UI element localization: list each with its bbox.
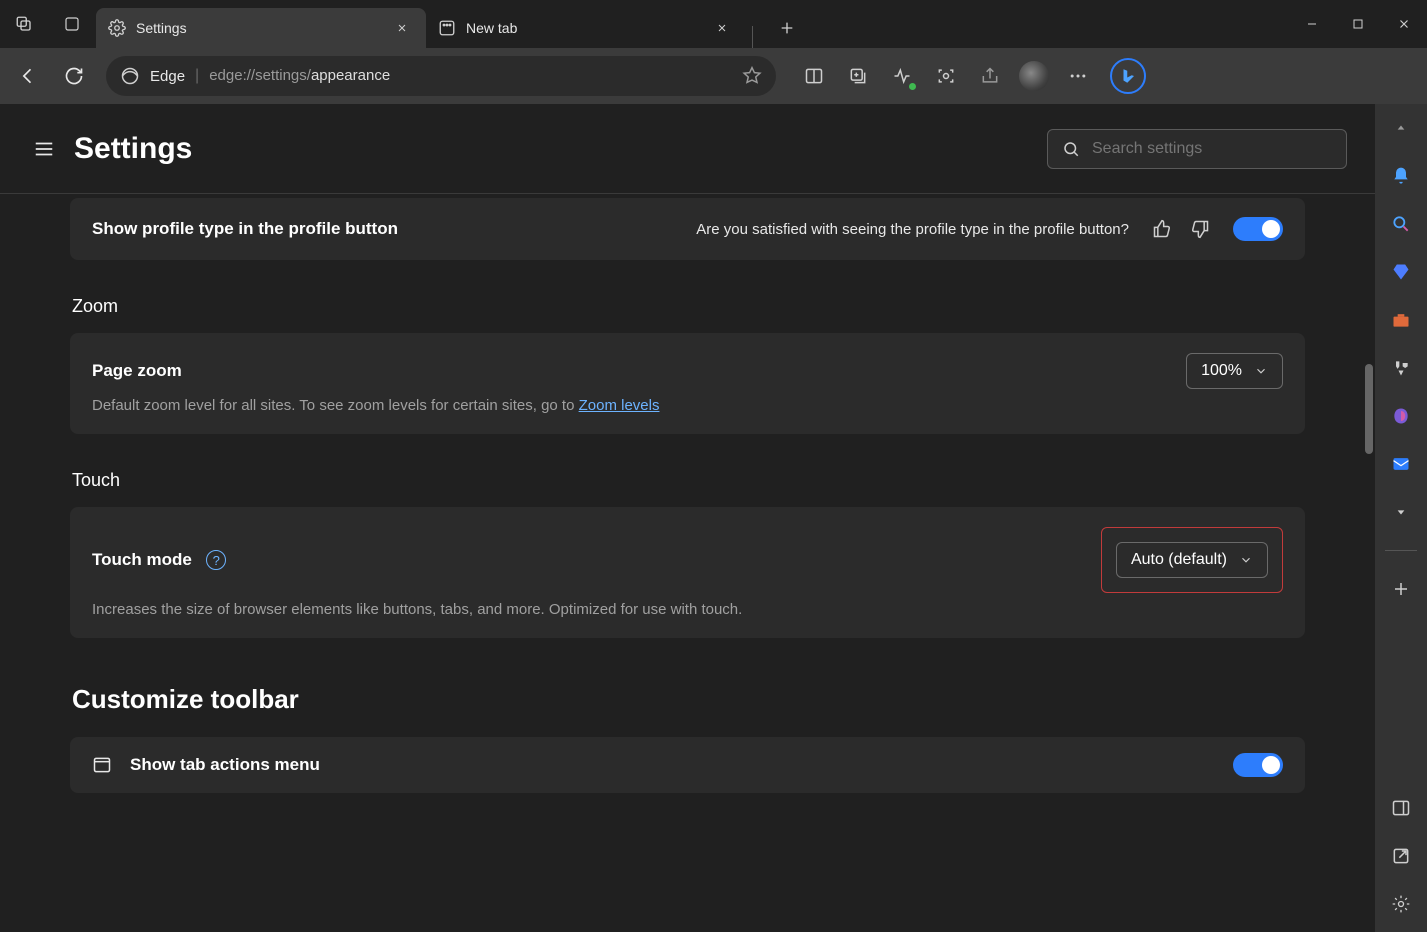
favorite-button[interactable] [742, 66, 762, 86]
tab-actions-button[interactable] [0, 0, 48, 48]
tab-label: Settings [136, 20, 187, 36]
touch-mode-desc: Increases the size of browser elements l… [92, 601, 1283, 618]
info-icon[interactable]: ? [206, 550, 226, 570]
address-site-label: Edge [150, 68, 185, 85]
touch-section-heading: Touch [72, 470, 1305, 491]
profile-button[interactable] [1014, 56, 1054, 96]
vertical-tabs-button[interactable] [48, 0, 96, 48]
search-sidebar-icon[interactable] [1387, 210, 1415, 238]
collections-button[interactable] [838, 56, 878, 96]
tab-actions-menu-title: Show tab actions menu [130, 755, 320, 775]
window-controls [1289, 4, 1427, 44]
page-zoom-value: 100% [1201, 362, 1242, 380]
office-icon[interactable] [1387, 402, 1415, 430]
sidebar-panel-button[interactable] [1387, 794, 1415, 822]
new-tab-button[interactable] [767, 8, 807, 48]
tab-actions-menu-toggle[interactable] [1233, 753, 1283, 777]
outlook-icon[interactable] [1387, 450, 1415, 478]
edge-sidebar [1375, 104, 1427, 932]
screenshot-button[interactable] [926, 56, 966, 96]
search-icon [1062, 140, 1080, 158]
profile-type-card: Show profile type in the profile button … [70, 198, 1305, 260]
minimize-button[interactable] [1289, 4, 1335, 44]
notifications-icon[interactable] [1387, 162, 1415, 190]
chevron-down-icon [1239, 553, 1253, 567]
sidebar-divider [1385, 550, 1417, 551]
avatar [1019, 61, 1049, 91]
chevron-down-icon [1254, 364, 1268, 378]
touch-mode-highlight: Auto (default) [1101, 527, 1283, 593]
page-title: Settings [74, 132, 192, 166]
address-bar[interactable]: Edge | edge://settings/appearance [106, 56, 776, 96]
close-tab-button[interactable] [390, 16, 414, 40]
page-zoom-card: Page zoom 100% Default zoom level for al… [70, 333, 1305, 434]
add-sidebar-button[interactable] [1387, 575, 1415, 603]
tab-separator [752, 26, 753, 48]
tab-strip: Settings New tab [96, 0, 1289, 48]
gear-icon [108, 19, 126, 37]
page-zoom-select[interactable]: 100% [1186, 353, 1283, 389]
window-icon [92, 755, 112, 775]
search-settings[interactable] [1047, 129, 1347, 169]
tab-label: New tab [466, 20, 517, 36]
thumbs-down-button[interactable] [1185, 214, 1215, 244]
refresh-button[interactable] [54, 56, 94, 96]
close-tab-button[interactable] [710, 16, 734, 40]
address-url-path: appearance [311, 67, 390, 84]
close-window-button[interactable] [1381, 4, 1427, 44]
bing-chat-button[interactable] [1110, 58, 1146, 94]
touch-mode-card: Touch mode ? Auto (default) Increases th… [70, 507, 1305, 638]
performance-button[interactable] [882, 56, 922, 96]
profile-type-toggle[interactable] [1233, 217, 1283, 241]
settings-page: Settings Show profile type in the profil… [0, 104, 1375, 932]
search-input[interactable] [1092, 140, 1332, 158]
work-icon[interactable] [1387, 306, 1415, 334]
toolbar-actions [794, 56, 1146, 96]
newtab-icon [438, 19, 456, 37]
split-screen-button[interactable] [794, 56, 834, 96]
customize-toolbar-heading: Customize toolbar [72, 684, 1305, 715]
touch-mode-title: Touch mode [92, 550, 192, 569]
back-button[interactable] [8, 56, 48, 96]
thumbs-up-button[interactable] [1147, 214, 1177, 244]
more-button[interactable] [1058, 56, 1098, 96]
hamburger-button[interactable] [28, 133, 60, 165]
touch-mode-value: Auto (default) [1131, 551, 1227, 569]
maximize-button[interactable] [1335, 4, 1381, 44]
feedback-text: Are you satisfied with seeing the profil… [696, 221, 1129, 238]
scrollbar-thumb[interactable] [1365, 364, 1373, 454]
open-external-button[interactable] [1387, 842, 1415, 870]
page-zoom-title: Page zoom [92, 361, 182, 381]
share-button[interactable] [970, 56, 1010, 96]
address-url-prefix: edge://settings/ [209, 67, 311, 84]
zoom-levels-link[interactable]: Zoom levels [579, 397, 660, 414]
page-zoom-desc: Default zoom level for all sites. To see… [92, 397, 1283, 414]
tab-actions-menu-card: Show tab actions menu [70, 737, 1305, 793]
profile-type-title: Show profile type in the profile button [92, 219, 398, 239]
zoom-section-heading: Zoom [72, 296, 1305, 317]
address-separator: | [195, 67, 199, 85]
tab-newtab[interactable]: New tab [426, 8, 746, 48]
shopping-icon[interactable] [1387, 258, 1415, 286]
sidebar-settings-button[interactable] [1387, 890, 1415, 918]
collapse-sidebar-button[interactable] [1387, 114, 1415, 142]
toolbar: Edge | edge://settings/appearance [0, 48, 1427, 104]
games-icon[interactable] [1387, 354, 1415, 382]
settings-header: Settings [0, 104, 1375, 194]
settings-body: Show profile type in the profile button … [0, 194, 1375, 932]
content-shell: Settings Show profile type in the profil… [0, 104, 1427, 932]
edge-logo-icon [120, 66, 140, 86]
touch-mode-select[interactable]: Auto (default) [1116, 542, 1268, 578]
expand-more-button[interactable] [1387, 498, 1415, 526]
tab-settings[interactable]: Settings [96, 8, 426, 48]
titlebar: Settings New tab [0, 0, 1427, 48]
